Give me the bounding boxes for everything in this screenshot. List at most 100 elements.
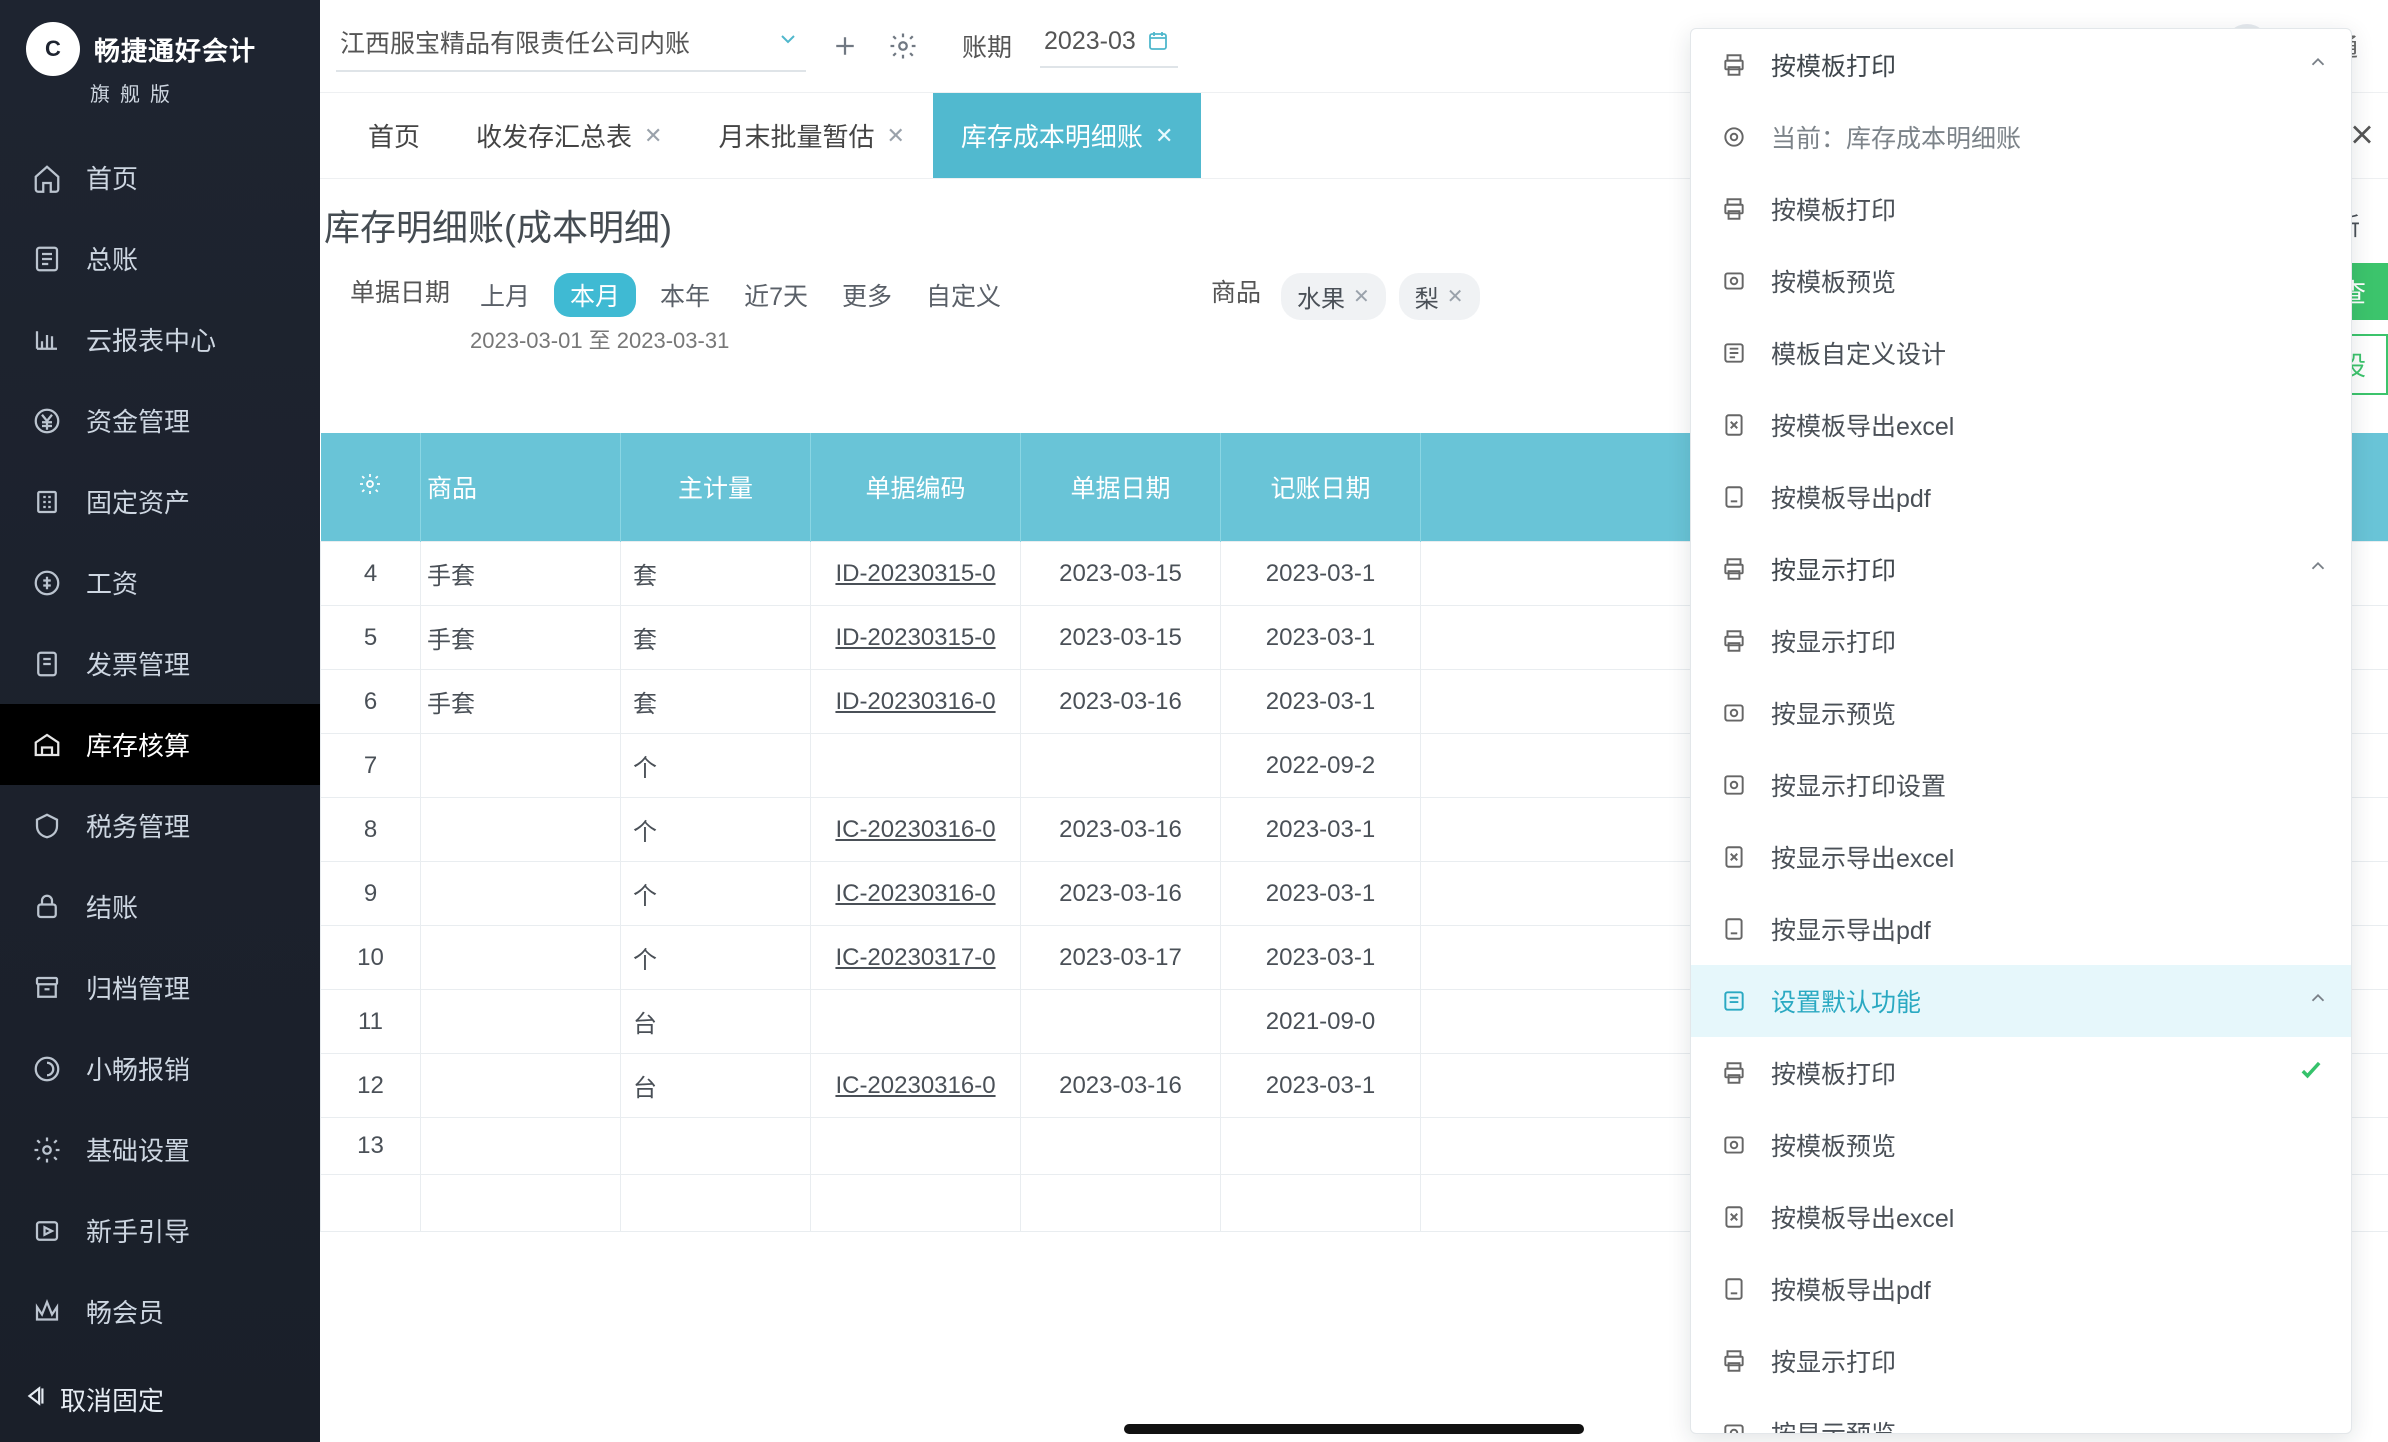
sidebar-item-archive[interactable]: 归档管理 [0,947,320,1028]
cell-doc-date [1021,734,1221,798]
cell-doc-code [811,1175,1021,1232]
sidebar-item-closing[interactable]: 结账 [0,866,320,947]
excel-icon [1719,844,1749,870]
goods-chip[interactable]: 水果✕ [1281,273,1386,320]
date-opt-custom[interactable]: 自定义 [916,273,1011,317]
menu-template-pdf[interactable]: 按模板导出pdf [1691,461,2351,533]
tab-home[interactable]: 首页 [340,93,448,178]
sidebar-item-assets[interactable]: 固定资产 [0,461,320,542]
brand-edition: 旗舰版 [90,78,320,107]
cell-doc-code: ID-20230315-0 [811,542,1021,606]
cell-doc-code [811,734,1021,798]
cell-rownum: 8 [321,798,421,862]
doc-link[interactable]: IC-20230317-0 [835,944,995,971]
menu-default-template-preview[interactable]: 按模板预览 [1691,1109,2351,1181]
menu-default-display-print[interactable]: 按显示打印 [1691,1325,2351,1397]
col-doc-code[interactable]: 单据编码 [811,433,1021,542]
yen-icon [30,404,64,438]
col-doc-date[interactable]: 单据日期 [1021,433,1221,542]
menu-group-template[interactable]: 按模板打印 [1691,29,2351,101]
sidebar-item-reports[interactable]: 云报表中心 [0,299,320,380]
doc-link[interactable]: IC-20230316-0 [835,816,995,843]
doc-link[interactable]: ID-20230316-0 [835,688,995,715]
col-goods[interactable]: 商品 [421,433,621,542]
menu-item-label: 按模板打印 [1771,1055,1896,1091]
cell-goods [421,862,621,926]
sidebar-unpin[interactable]: 取消固定 [0,1361,320,1442]
menu-template-excel[interactable]: 按模板导出excel [1691,389,2351,461]
cell-unit: 个 [621,798,811,862]
sidebar-item-settings[interactable]: 基础设置 [0,1109,320,1190]
sidebar-item-ledger[interactable]: 总账 [0,218,320,299]
close-icon[interactable]: ✕ [886,123,904,149]
filter-date: 单据日期 上月 本月 本年 近7天 更多 自定义 2023-03-01 至 20… [350,273,1011,355]
company-selector[interactable]: 江西服宝精品有限责任公司内账 [336,20,806,72]
tab-monthend[interactable]: 月末批量暂估 ✕ [690,93,932,178]
menu-display-print[interactable]: 按显示打印 [1691,605,2351,677]
doc-link[interactable]: ID-20230315-0 [835,560,995,587]
cell-goods: 手套 [421,542,621,606]
menu-template-design[interactable]: 模板自定义设计 [1691,317,2351,389]
sidebar-item-expense[interactable]: 小畅报销 [0,1028,320,1109]
date-opts: 上月 本月 本年 近7天 更多 自定义 [470,273,1011,317]
tab-label: 月末批量暂估 [718,117,874,154]
date-opt-thisyear[interactable]: 本年 [650,273,720,317]
chip-remove-icon[interactable]: ✕ [1353,284,1370,309]
col-gear[interactable] [321,433,421,542]
sidebar-item-funds[interactable]: 资金管理 [0,380,320,461]
sidebar-item-salary[interactable]: 工资 [0,542,320,623]
page-title: 库存明细账(成本明细) [324,199,672,251]
menu-display-preview[interactable]: 按显示预览 [1691,677,2351,749]
sidebar-item-tax[interactable]: 税务管理 [0,785,320,866]
menu-group-display[interactable]: 按显示打印 [1691,533,2351,605]
close-icon[interactable]: ✕ [644,123,662,149]
close-icon[interactable]: ✕ [1155,123,1173,149]
sidebar-item-label: 库存核算 [86,726,190,763]
doc-link[interactable]: ID-20230315-0 [835,624,995,651]
add-button[interactable] [826,27,864,65]
period-selector[interactable]: 2023-03 [1040,25,1178,68]
menu-group-label: 按显示打印 [1771,551,1896,587]
settings-button[interactable] [884,27,922,65]
date-opt-prevmonth[interactable]: 上月 [470,273,540,317]
sidebar-item-invoice[interactable]: 发票管理 [0,623,320,704]
sidebar-item-label: 发票管理 [86,645,190,682]
sidebar-item-guide[interactable]: 新手引导 [0,1190,320,1271]
warehouse-icon [30,728,64,762]
menu-default-display-preview[interactable]: 按显示预览 [1691,1397,2351,1434]
cell-goods [421,1054,621,1118]
menu-display-settings[interactable]: 按显示打印设置 [1691,749,2351,821]
menu-group-default[interactable]: 设置默认功能 [1691,965,2351,1037]
sidebar-item-vip[interactable]: 畅会员 [0,1271,320,1352]
col-post-date[interactable]: 记账日期 [1221,433,1421,542]
tab-summary[interactable]: 收发存汇总表✕ [448,93,690,178]
cell-goods: 手套 [421,670,621,734]
menu-display-pdf[interactable]: 按显示导出pdf [1691,893,2351,965]
pdf-icon [1719,1276,1749,1302]
cell-unit: 个 [621,734,811,798]
chip-remove-icon[interactable]: ✕ [1447,284,1464,309]
sidebar-item-inventory[interactable]: 库存核算 [0,704,320,785]
goods-chip[interactable]: 梨✕ [1399,273,1480,320]
date-opt-thismonth[interactable]: 本月 [554,273,636,317]
cell-unit [621,1175,811,1232]
tab-cost-detail[interactable]: 库存成本明细账✕ [933,93,1201,178]
menu-default-template-print[interactable]: 按模板打印 [1691,1037,2351,1109]
menu-default-template-pdf[interactable]: 按模板导出pdf [1691,1253,2351,1325]
menu-template-print[interactable]: 按模板打印 [1691,173,2351,245]
cell-rownum: 5 [321,606,421,670]
chevron-up-icon [2307,555,2329,584]
menu-display-excel[interactable]: 按显示导出excel [1691,821,2351,893]
menu-default-template-excel[interactable]: 按模板导出excel [1691,1181,2351,1253]
sidebar-item-home[interactable]: 首页 [0,137,320,218]
preview-icon [1719,268,1749,294]
date-opt-more[interactable]: 更多 [832,273,902,317]
excel-icon [1719,412,1749,438]
col-main-unit[interactable]: 主计量 [621,433,811,542]
doc-link[interactable]: IC-20230316-0 [835,1072,995,1099]
menu-template-preview[interactable]: 按模板预览 [1691,245,2351,317]
doc-link[interactable]: IC-20230316-0 [835,880,995,907]
print-menu: 按模板打印 当前：库存成本明细账 按模板打印 按模板预览 模板自定义设计 按模板… [1690,28,2352,1434]
date-opt-7days[interactable]: 近7天 [734,273,818,317]
salary-icon [30,566,64,600]
